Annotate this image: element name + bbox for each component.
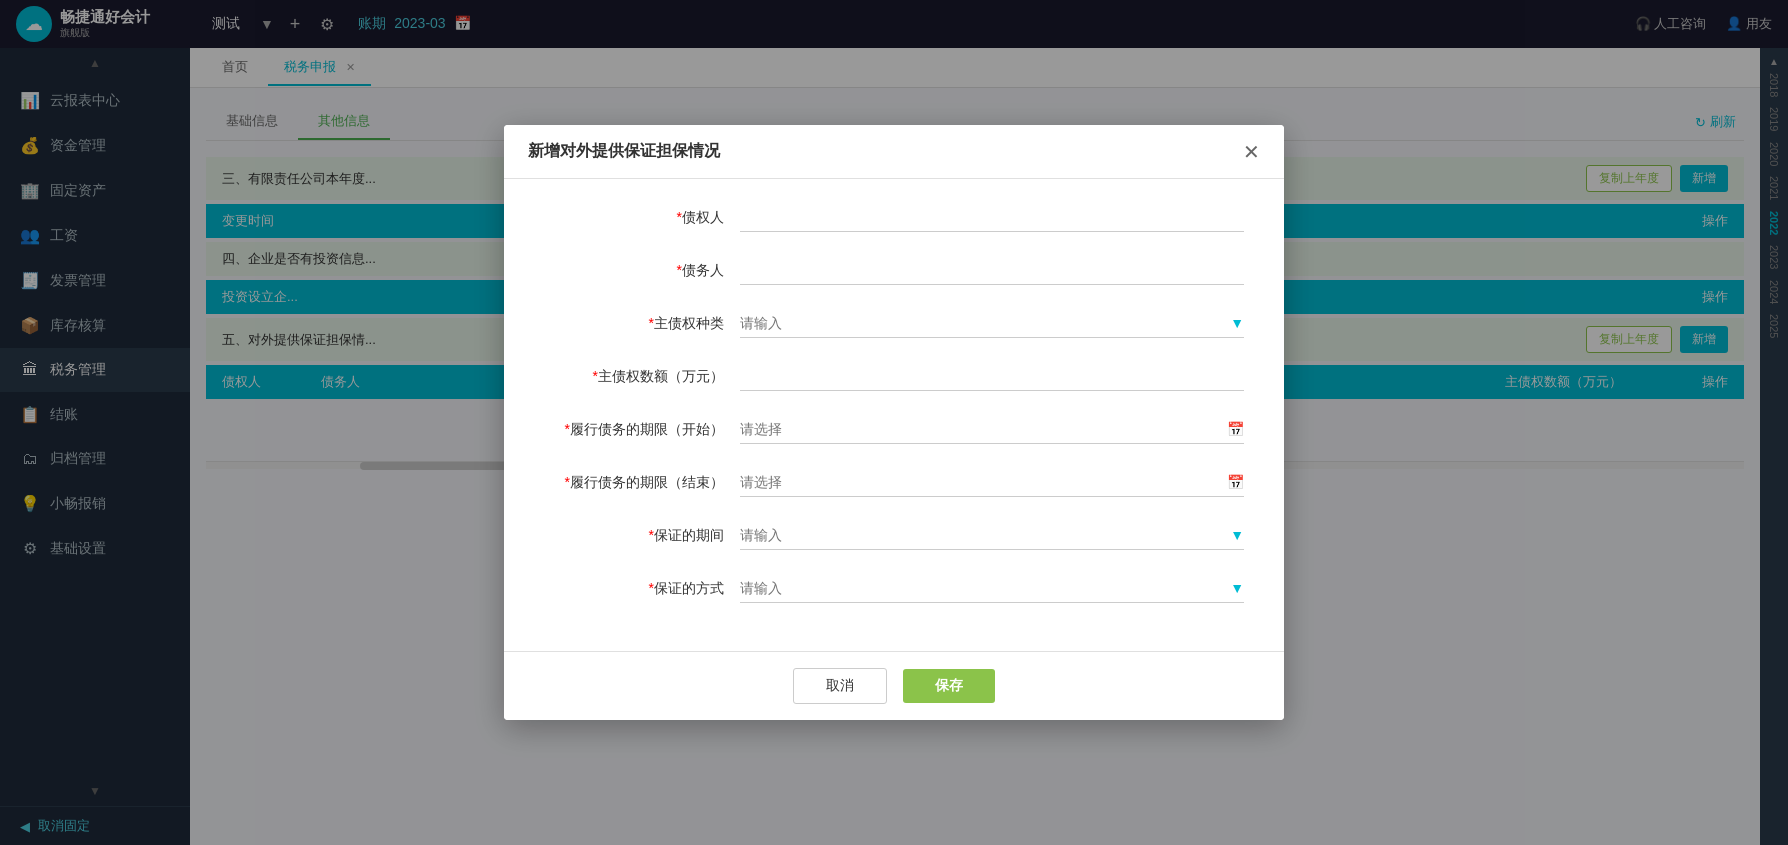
debt-type-chevron-icon[interactable]: ▼ bbox=[1230, 315, 1244, 331]
guarantee-method-input[interactable] bbox=[740, 574, 1230, 602]
period-start-input[interactable] bbox=[740, 415, 1227, 443]
period-end-date-wrapper: 📅 bbox=[740, 468, 1244, 497]
period-start-date-wrapper: 📅 bbox=[740, 415, 1244, 444]
creditor-input[interactable] bbox=[740, 203, 1244, 232]
guarantee-period-select-wrapper: ▼ bbox=[740, 521, 1244, 550]
debt-amount-label: *主债权数额（万元） bbox=[544, 368, 724, 386]
debt-type-select-wrapper: ▼ bbox=[740, 309, 1244, 338]
modal-close-button[interactable]: ✕ bbox=[1243, 142, 1260, 162]
modal-footer: 取消 保存 bbox=[504, 651, 1284, 720]
debt-type-input[interactable] bbox=[740, 309, 1230, 337]
form-row-debt-amount: *主债权数额（万元） bbox=[544, 362, 1244, 391]
guarantee-method-select-wrapper: ▼ bbox=[740, 574, 1244, 603]
form-row-debtor: *债务人 bbox=[544, 256, 1244, 285]
modal-title: 新增对外提供保证担保情况 bbox=[528, 141, 720, 162]
debt-amount-input[interactable] bbox=[740, 362, 1244, 391]
form-row-period-start: *履行债务的期限（开始） 📅 bbox=[544, 415, 1244, 444]
creditor-label: *债权人 bbox=[544, 209, 724, 227]
debt-type-label: *主债权种类 bbox=[544, 315, 724, 333]
guarantee-period-input[interactable] bbox=[740, 521, 1230, 549]
form-row-guarantee-method: *保证的方式 ▼ bbox=[544, 574, 1244, 603]
cancel-button[interactable]: 取消 bbox=[793, 668, 887, 704]
period-start-label: *履行债务的期限（开始） bbox=[544, 421, 724, 439]
period-end-label: *履行债务的期限（结束） bbox=[544, 474, 724, 492]
period-end-calendar-icon[interactable]: 📅 bbox=[1227, 474, 1244, 490]
period-end-input[interactable] bbox=[740, 468, 1227, 496]
guarantee-method-chevron-icon[interactable]: ▼ bbox=[1230, 580, 1244, 596]
modal-header: 新增对外提供保证担保情况 ✕ bbox=[504, 125, 1284, 179]
form-row-guarantee-period: *保证的期间 ▼ bbox=[544, 521, 1244, 550]
debtor-input[interactable] bbox=[740, 256, 1244, 285]
debtor-label: *债务人 bbox=[544, 262, 724, 280]
form-row-period-end: *履行债务的期限（结束） 📅 bbox=[544, 468, 1244, 497]
guarantee-period-label: *保证的期间 bbox=[544, 527, 724, 545]
period-start-calendar-icon[interactable]: 📅 bbox=[1227, 421, 1244, 437]
guarantee-method-label: *保证的方式 bbox=[544, 580, 724, 598]
save-button[interactable]: 保存 bbox=[903, 669, 995, 703]
modal-dialog: 新增对外提供保证担保情况 ✕ *债权人 *债务人 * bbox=[504, 125, 1284, 720]
modal-body: *债权人 *债务人 *主债权种类 ▼ bbox=[504, 179, 1284, 651]
guarantee-period-chevron-icon[interactable]: ▼ bbox=[1230, 527, 1244, 543]
form-row-creditor: *债权人 bbox=[544, 203, 1244, 232]
form-row-debt-type: *主债权种类 ▼ bbox=[544, 309, 1244, 338]
modal-overlay: 新增对外提供保证担保情况 ✕ *债权人 *债务人 * bbox=[0, 0, 1788, 845]
